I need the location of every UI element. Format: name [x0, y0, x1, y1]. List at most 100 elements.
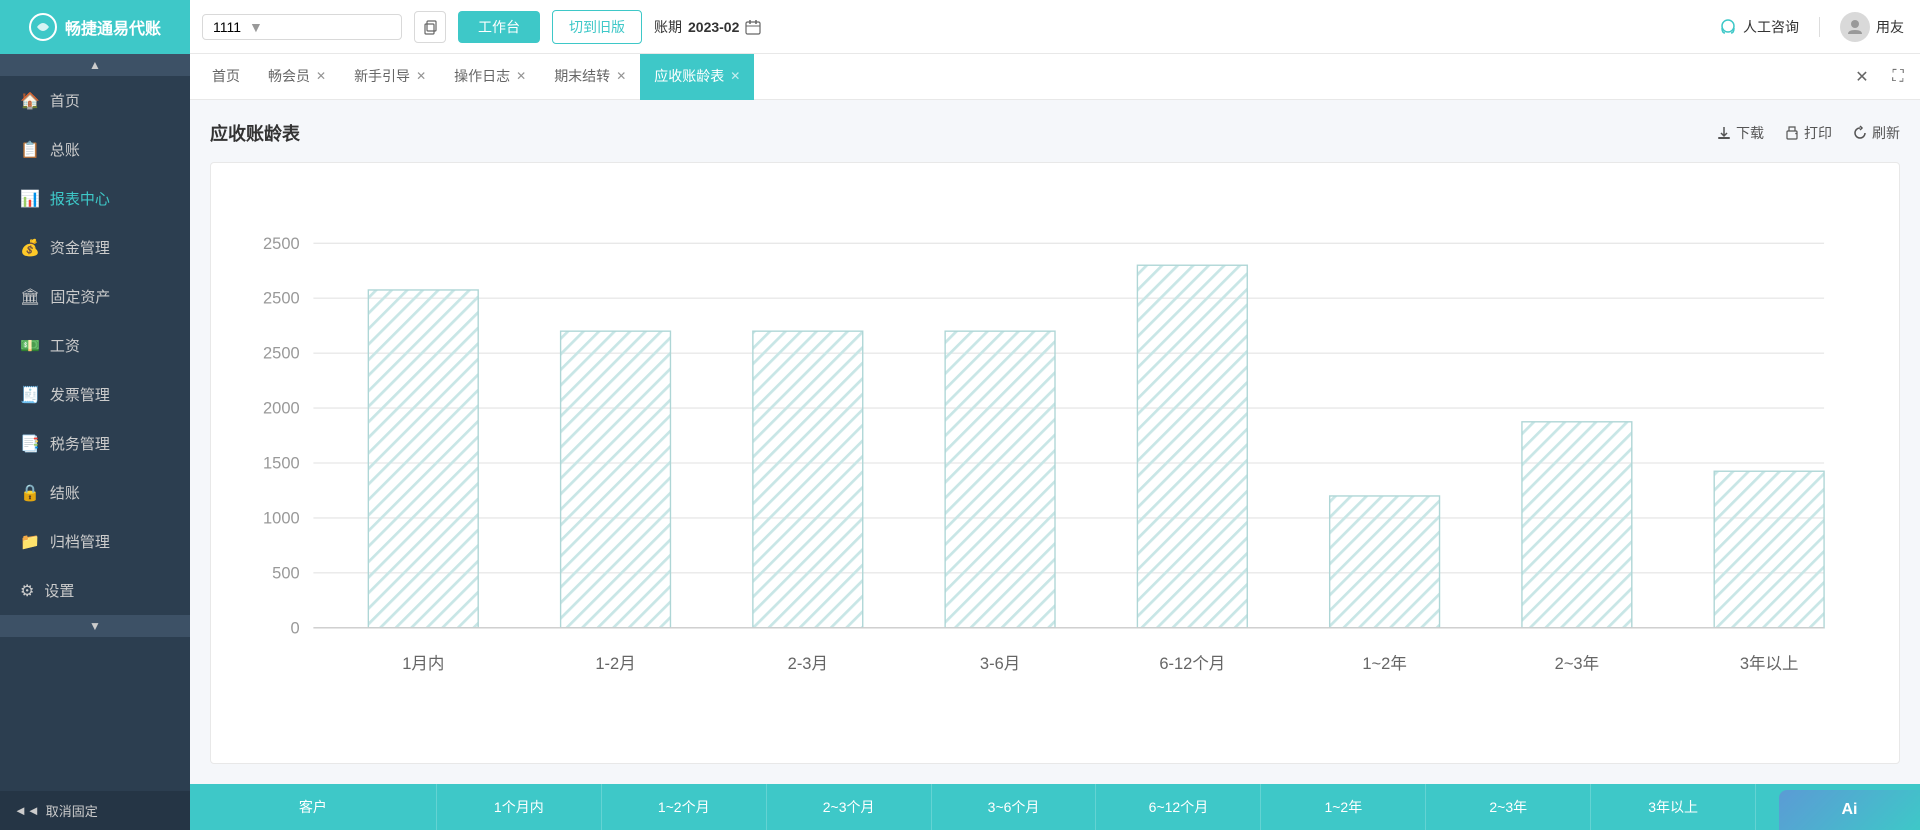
sidebar-item-invoice[interactable]: 🧾 发票管理 — [0, 370, 190, 419]
svg-text:3-6月: 3-6月 — [980, 655, 1020, 673]
download-button[interactable]: 下载 — [1716, 123, 1764, 143]
bar-chart: 2500 2500 2500 2000 1500 1000 500 0 — [231, 183, 1879, 743]
sidebar-label-close: 结账 — [50, 482, 80, 503]
svg-text:1~2年: 1~2年 — [1362, 655, 1406, 673]
svg-text:2500: 2500 — [263, 235, 300, 253]
user-label: 用友 — [1876, 17, 1904, 37]
sidebar-item-ledger[interactable]: 📋 总账 — [0, 125, 190, 174]
sidebar-scroll-up[interactable]: ▲ — [0, 54, 190, 76]
close-accounts-icon: 🔒 — [20, 483, 40, 503]
tab-oplog-close[interactable]: ✕ — [516, 69, 526, 83]
tab-member-close[interactable]: ✕ — [316, 69, 326, 83]
tab-actions: ✕ ⛶ — [1848, 63, 1912, 91]
th-1-2year: 1~2年 — [1261, 784, 1426, 830]
logo-icon — [29, 13, 57, 41]
th-3-6month: 3~6个月 — [932, 784, 1097, 830]
sidebar-item-fund[interactable]: 💰 资金管理 — [0, 223, 190, 272]
close-tab-button[interactable]: ✕ — [1848, 63, 1876, 91]
copy-button[interactable] — [414, 11, 446, 43]
sidebar-scroll-down[interactable]: ▼ — [0, 615, 190, 637]
sidebar-item-close[interactable]: 🔒 结账 — [0, 468, 190, 517]
svg-text:1000: 1000 — [263, 509, 300, 527]
ai-label: Ai — [1842, 801, 1858, 819]
th-2-3month: 2~3个月 — [767, 784, 932, 830]
sidebar-label-settings: 设置 — [44, 580, 74, 601]
tab-home[interactable]: 首页 — [198, 54, 254, 100]
sidebar-label-ledger: 总账 — [50, 139, 80, 160]
tab-period-end-close[interactable]: ✕ — [616, 69, 626, 83]
svg-text:2~3年: 2~3年 — [1555, 655, 1599, 673]
sidebar-item-payroll[interactable]: 💵 工资 — [0, 321, 190, 370]
refresh-button[interactable]: 刷新 — [1852, 123, 1900, 143]
chevron-down-icon: ▼ — [249, 19, 263, 35]
cancel-fixed-label: 取消固定 — [46, 801, 98, 820]
period-value: 2023-02 — [688, 19, 739, 35]
tab-oplog[interactable]: 操作日志 ✕ — [440, 54, 540, 100]
right-actions: 人工咨询 用友 — [1719, 12, 1904, 42]
chart-container: 2500 2500 2500 2000 1500 1000 500 0 — [210, 162, 1900, 764]
svg-text:6-12个月: 6-12个月 — [1159, 655, 1225, 673]
sidebar-item-archive[interactable]: 📁 归档管理 — [0, 517, 190, 566]
company-name: 1111 — [213, 19, 241, 35]
report-icon: 📊 — [20, 189, 40, 209]
ai-badge[interactable]: Ai — [1779, 790, 1920, 830]
invoice-icon: 🧾 — [20, 385, 40, 405]
sidebar-item-report[interactable]: 📊 报表中心 — [0, 174, 190, 223]
consult-label: 人工咨询 — [1743, 17, 1799, 37]
avatar — [1840, 12, 1870, 42]
sidebar-item-home[interactable]: 🏠 首页 — [0, 76, 190, 125]
svg-text:2000: 2000 — [263, 400, 300, 418]
tab-home-label: 首页 — [212, 66, 240, 86]
period-area: 账期 2023-02 — [654, 17, 761, 37]
sidebar-item-settings[interactable]: ⚙ 设置 — [0, 566, 190, 615]
sidebar-label-home: 首页 — [50, 90, 80, 111]
ledger-icon: 📋 — [20, 140, 40, 160]
user-area[interactable]: 用友 — [1840, 12, 1904, 42]
th-2-3year: 2~3年 — [1426, 784, 1591, 830]
page-header: 应收账龄表 下载 — [210, 120, 1900, 146]
tab-guide[interactable]: 新手引导 ✕ — [340, 54, 440, 100]
home-icon: 🏠 — [20, 91, 40, 111]
company-selector[interactable]: 1111 ▼ — [202, 14, 402, 40]
tab-ar-aging[interactable]: 应收账龄表 ✕ — [640, 54, 754, 100]
calendar-icon[interactable] — [745, 19, 761, 35]
svg-text:1月内: 1月内 — [402, 655, 444, 673]
sidebar-label-tax: 税务管理 — [50, 433, 110, 454]
tab-guide-close[interactable]: ✕ — [416, 69, 426, 83]
sidebar-label-payroll: 工资 — [50, 335, 80, 356]
th-1month: 1个月内 — [437, 784, 602, 830]
svg-text:500: 500 — [272, 564, 299, 582]
tab-member-label: 畅会员 — [268, 66, 310, 86]
tab-member[interactable]: 畅会员 ✕ — [254, 54, 340, 100]
th-6-12month: 6~12个月 — [1096, 784, 1261, 830]
download-label: 下载 — [1736, 123, 1764, 143]
logo-area: 畅捷通易代账 — [0, 0, 190, 54]
tab-guide-label: 新手引导 — [354, 66, 410, 86]
tab-period-end-label: 期末结转 — [554, 66, 610, 86]
sidebar-label-fund: 资金管理 — [50, 237, 110, 258]
th-customer: 客户 — [190, 784, 437, 830]
print-button[interactable]: 打印 — [1784, 123, 1832, 143]
expand-tab-button[interactable]: ⛶ — [1884, 63, 1912, 91]
switch-version-button[interactable]: 切到旧版 — [552, 10, 642, 44]
workbench-button[interactable]: 工作台 — [458, 11, 540, 43]
sidebar-item-tax[interactable]: 📑 税务管理 — [0, 419, 190, 468]
page-title: 应收账龄表 — [210, 120, 300, 146]
app-title: 畅捷通易代账 — [65, 15, 161, 39]
tab-ar-aging-close[interactable]: ✕ — [730, 69, 740, 83]
tab-oplog-label: 操作日志 — [454, 66, 510, 86]
fund-icon: 💰 — [20, 238, 40, 258]
tab-period-end[interactable]: 期末结转 ✕ — [540, 54, 640, 100]
sidebar-item-asset[interactable]: 🏛 固定资产 — [0, 272, 190, 321]
svg-text:2500: 2500 — [263, 345, 300, 363]
tab-ar-aging-label: 应收账龄表 — [654, 66, 724, 86]
copy-icon — [422, 19, 438, 35]
asset-icon: 🏛 — [20, 287, 40, 307]
cancel-fixed-button[interactable]: ◄◄ 取消固定 — [0, 791, 190, 830]
consult-button[interactable]: 人工咨询 — [1719, 17, 1799, 37]
payroll-icon: 💵 — [20, 336, 40, 356]
svg-text:2500: 2500 — [263, 290, 300, 308]
tab-bar: 首页 畅会员 ✕ 新手引导 ✕ 操作日志 ✕ 期末结转 ✕ 应收账龄表 ✕ — [190, 54, 1920, 100]
refresh-icon — [1852, 125, 1868, 141]
sidebar-label-archive: 归档管理 — [50, 531, 110, 552]
